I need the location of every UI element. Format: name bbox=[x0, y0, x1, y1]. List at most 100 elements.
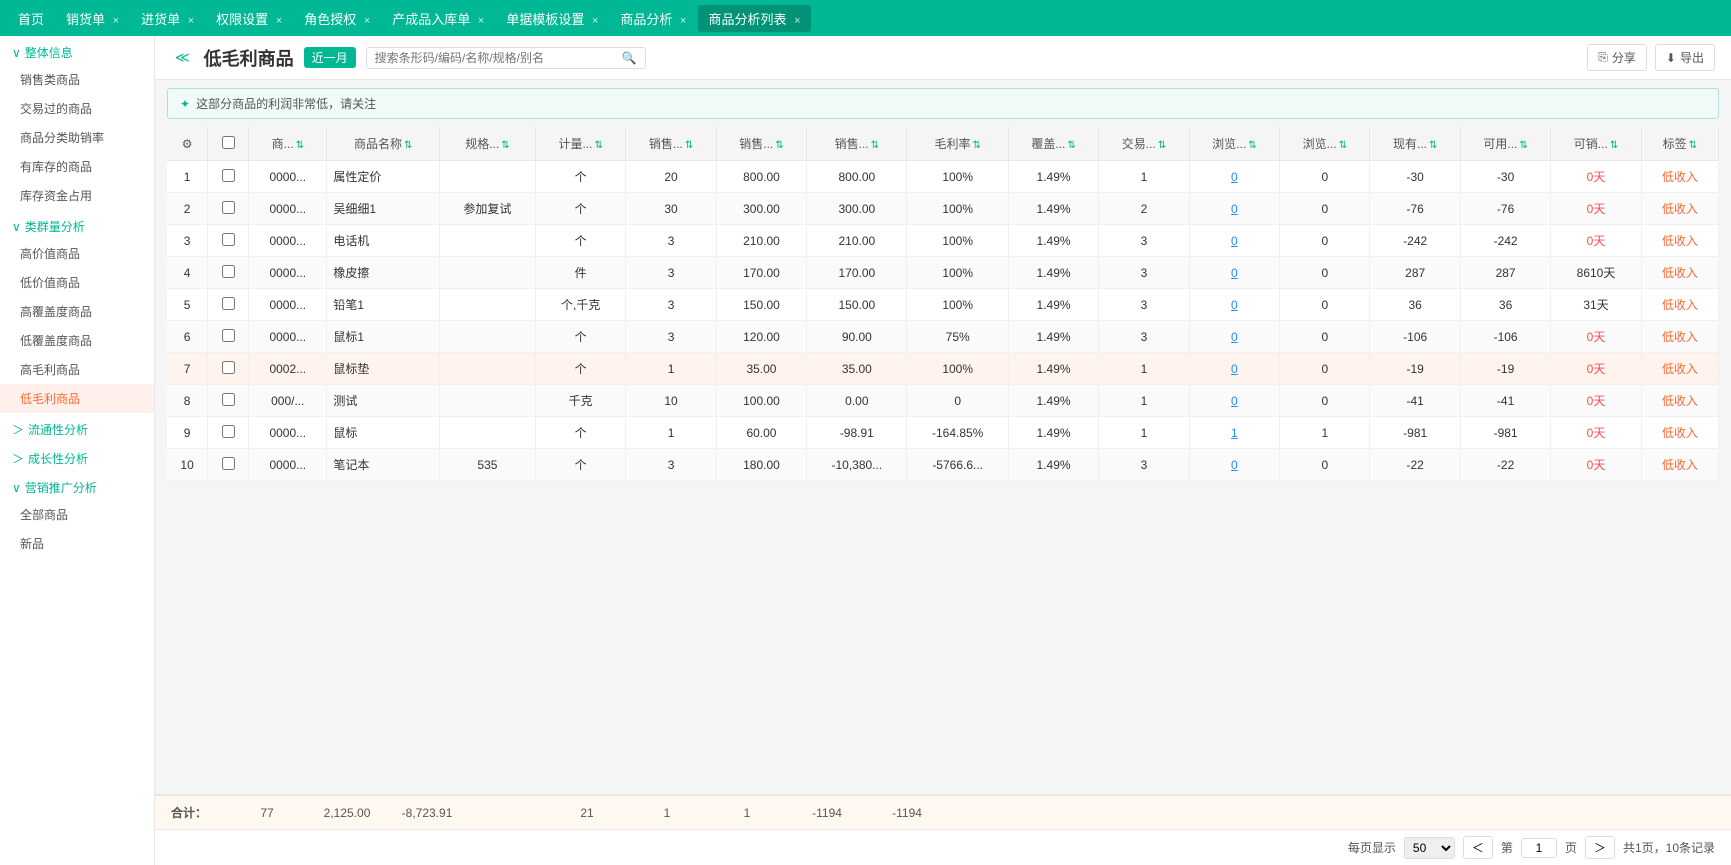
row-select-checkbox[interactable] bbox=[222, 425, 235, 438]
sidebar-group-cluster[interactable]: ∨ 类群量分析 bbox=[0, 210, 154, 239]
nav-sales[interactable]: 销货单 × bbox=[56, 5, 129, 32]
col-name[interactable]: 商品名称⇅ bbox=[327, 127, 439, 161]
col-browse-b[interactable]: 浏览...⇅ bbox=[1280, 127, 1370, 161]
nav-permissions[interactable]: 权限设置 × bbox=[206, 5, 292, 32]
alert-icon: ✦ bbox=[180, 97, 190, 111]
share-button[interactable]: ⎘ 分享 bbox=[1587, 44, 1647, 71]
row-checkbox[interactable] bbox=[208, 257, 249, 289]
col-spec[interactable]: 规格...⇅ bbox=[439, 127, 535, 161]
row-browse-a[interactable]: 0 bbox=[1189, 193, 1279, 225]
col-available[interactable]: 可用...⇅ bbox=[1460, 127, 1550, 161]
close-icon[interactable]: × bbox=[188, 15, 194, 27]
row-saleable: 0天 bbox=[1551, 385, 1641, 417]
export-button[interactable]: ⬇ 导出 bbox=[1655, 44, 1715, 71]
col-sales-qty[interactable]: 销售...⇅ bbox=[626, 127, 716, 161]
sidebar-item-high-value[interactable]: 高价值商品 bbox=[0, 239, 154, 268]
time-badge[interactable]: 近一月 bbox=[304, 47, 356, 68]
row-select-checkbox[interactable] bbox=[222, 393, 235, 406]
sidebar-group-growth[interactable]: ＞ 成长性分析 bbox=[0, 442, 154, 471]
row-checkbox[interactable] bbox=[208, 449, 249, 481]
row-select-checkbox[interactable] bbox=[222, 361, 235, 374]
col-sales-amt[interactable]: 销售...⇅ bbox=[716, 127, 806, 161]
col-tx-count[interactable]: 交易...⇅ bbox=[1099, 127, 1189, 161]
pagination-bar: 每页显示 50 100 200 ＜ 第 页 ＞ 共1页，10条记录 bbox=[155, 829, 1731, 865]
row-select-checkbox[interactable] bbox=[222, 233, 235, 246]
row-checkbox[interactable] bbox=[208, 289, 249, 321]
close-icon[interactable]: × bbox=[794, 15, 800, 27]
row-checkbox[interactable] bbox=[208, 161, 249, 193]
sidebar-item-traded-products[interactable]: 交易过的商品 bbox=[0, 94, 154, 123]
row-checkbox[interactable] bbox=[208, 225, 249, 257]
page-number-input[interactable] bbox=[1521, 838, 1557, 858]
close-icon[interactable]: × bbox=[276, 15, 282, 27]
nav-template[interactable]: 单据模板设置 × bbox=[496, 5, 608, 32]
select-all-checkbox[interactable] bbox=[222, 136, 235, 149]
sidebar-item-in-stock[interactable]: 有库存的商品 bbox=[0, 152, 154, 181]
per-page-select[interactable]: 50 100 200 bbox=[1404, 837, 1455, 859]
search-icon[interactable]: 🔍 bbox=[622, 51, 637, 65]
col-gross-rate[interactable]: 毛利率⇅ bbox=[907, 127, 1008, 161]
sidebar-item-category-rate[interactable]: 商品分类助销率 bbox=[0, 123, 154, 152]
row-select-checkbox[interactable] bbox=[222, 329, 235, 342]
prev-page-button[interactable]: ＜ bbox=[1463, 836, 1493, 859]
row-browse-a[interactable]: 1 bbox=[1189, 417, 1279, 449]
sidebar-group-circulation[interactable]: ＞ 流通性分析 bbox=[0, 413, 154, 442]
sidebar-item-low-coverage[interactable]: 低覆盖度商品 bbox=[0, 326, 154, 355]
row-checkbox[interactable] bbox=[208, 353, 249, 385]
close-icon[interactable]: × bbox=[478, 15, 484, 27]
row-browse-a[interactable]: 0 bbox=[1189, 353, 1279, 385]
collapse-sidebar-button[interactable]: ≪ bbox=[171, 45, 194, 70]
nav-product-entry[interactable]: 产成品入库单 × bbox=[382, 5, 494, 32]
sidebar-item-sales-products[interactable]: 销售类商品 bbox=[0, 65, 154, 94]
sidebar-item-all-products[interactable]: 全部商品 bbox=[0, 500, 154, 529]
row-browse-a[interactable]: 0 bbox=[1189, 289, 1279, 321]
col-code[interactable]: 商...⇅ bbox=[249, 127, 327, 161]
row-select-checkbox[interactable] bbox=[222, 297, 235, 310]
sidebar-item-low-value[interactable]: 低价值商品 bbox=[0, 268, 154, 297]
nav-purchase[interactable]: 进货单 × bbox=[131, 5, 204, 32]
nav-product-analysis[interactable]: 商品分析 × bbox=[610, 5, 696, 32]
settings-icon[interactable]: ⚙ bbox=[182, 137, 193, 151]
row-browse-a[interactable]: 0 bbox=[1189, 385, 1279, 417]
table-row: 1 0000... 属性定价 个 20 800.00 800.00 100% 1… bbox=[167, 161, 1719, 193]
col-unit[interactable]: 计量...⇅ bbox=[535, 127, 625, 161]
row-select-checkbox[interactable] bbox=[222, 457, 235, 470]
col-tag[interactable]: 标签⇅ bbox=[1641, 127, 1718, 161]
col-current[interactable]: 现有...⇅ bbox=[1370, 127, 1460, 161]
sidebar-item-stock-capital[interactable]: 库存资金占用 bbox=[0, 181, 154, 210]
close-icon[interactable]: × bbox=[680, 15, 686, 27]
col-settings[interactable]: ⚙ bbox=[167, 127, 208, 161]
search-input[interactable] bbox=[375, 51, 618, 65]
sidebar-item-high-coverage[interactable]: 高覆盖度商品 bbox=[0, 297, 154, 326]
row-sales-qty: 3 bbox=[626, 257, 716, 289]
sidebar-item-new-products[interactable]: 新品 bbox=[0, 529, 154, 558]
col-saleable[interactable]: 可销...⇅ bbox=[1551, 127, 1641, 161]
sidebar-item-low-margin[interactable]: 低毛利商品 bbox=[0, 384, 154, 413]
row-select-checkbox[interactable] bbox=[222, 169, 235, 182]
sidebar-item-high-margin[interactable]: 高毛利商品 bbox=[0, 355, 154, 384]
nav-home[interactable]: 首页 bbox=[8, 5, 54, 32]
col-coverage[interactable]: 覆盖...⇅ bbox=[1008, 127, 1098, 161]
row-checkbox[interactable] bbox=[208, 417, 249, 449]
nav-product-analysis-list[interactable]: 商品分析列表 × bbox=[698, 5, 810, 32]
sidebar-group-marketing[interactable]: ∨ 营销推广分析 bbox=[0, 471, 154, 500]
row-browse-a[interactable]: 0 bbox=[1189, 161, 1279, 193]
nav-roles[interactable]: 角色授权 × bbox=[294, 5, 380, 32]
row-checkbox[interactable] bbox=[208, 193, 249, 225]
close-icon[interactable]: × bbox=[113, 15, 119, 27]
row-checkbox[interactable] bbox=[208, 385, 249, 417]
row-browse-a[interactable]: 0 bbox=[1189, 225, 1279, 257]
row-browse-a[interactable]: 0 bbox=[1189, 321, 1279, 353]
row-browse-a[interactable]: 0 bbox=[1189, 449, 1279, 481]
close-icon[interactable]: × bbox=[364, 15, 370, 27]
col-browse-a[interactable]: 浏览...⇅ bbox=[1189, 127, 1279, 161]
row-code: 0000... bbox=[249, 449, 327, 481]
row-browse-a[interactable]: 0 bbox=[1189, 257, 1279, 289]
col-sales-profit[interactable]: 销售...⇅ bbox=[807, 127, 907, 161]
row-select-checkbox[interactable] bbox=[222, 201, 235, 214]
row-select-checkbox[interactable] bbox=[222, 265, 235, 278]
sidebar-group-overall[interactable]: ∨ 整体信息 bbox=[0, 36, 154, 65]
close-icon[interactable]: × bbox=[592, 15, 598, 27]
row-checkbox[interactable] bbox=[208, 321, 249, 353]
next-page-button[interactable]: ＞ bbox=[1585, 836, 1615, 859]
